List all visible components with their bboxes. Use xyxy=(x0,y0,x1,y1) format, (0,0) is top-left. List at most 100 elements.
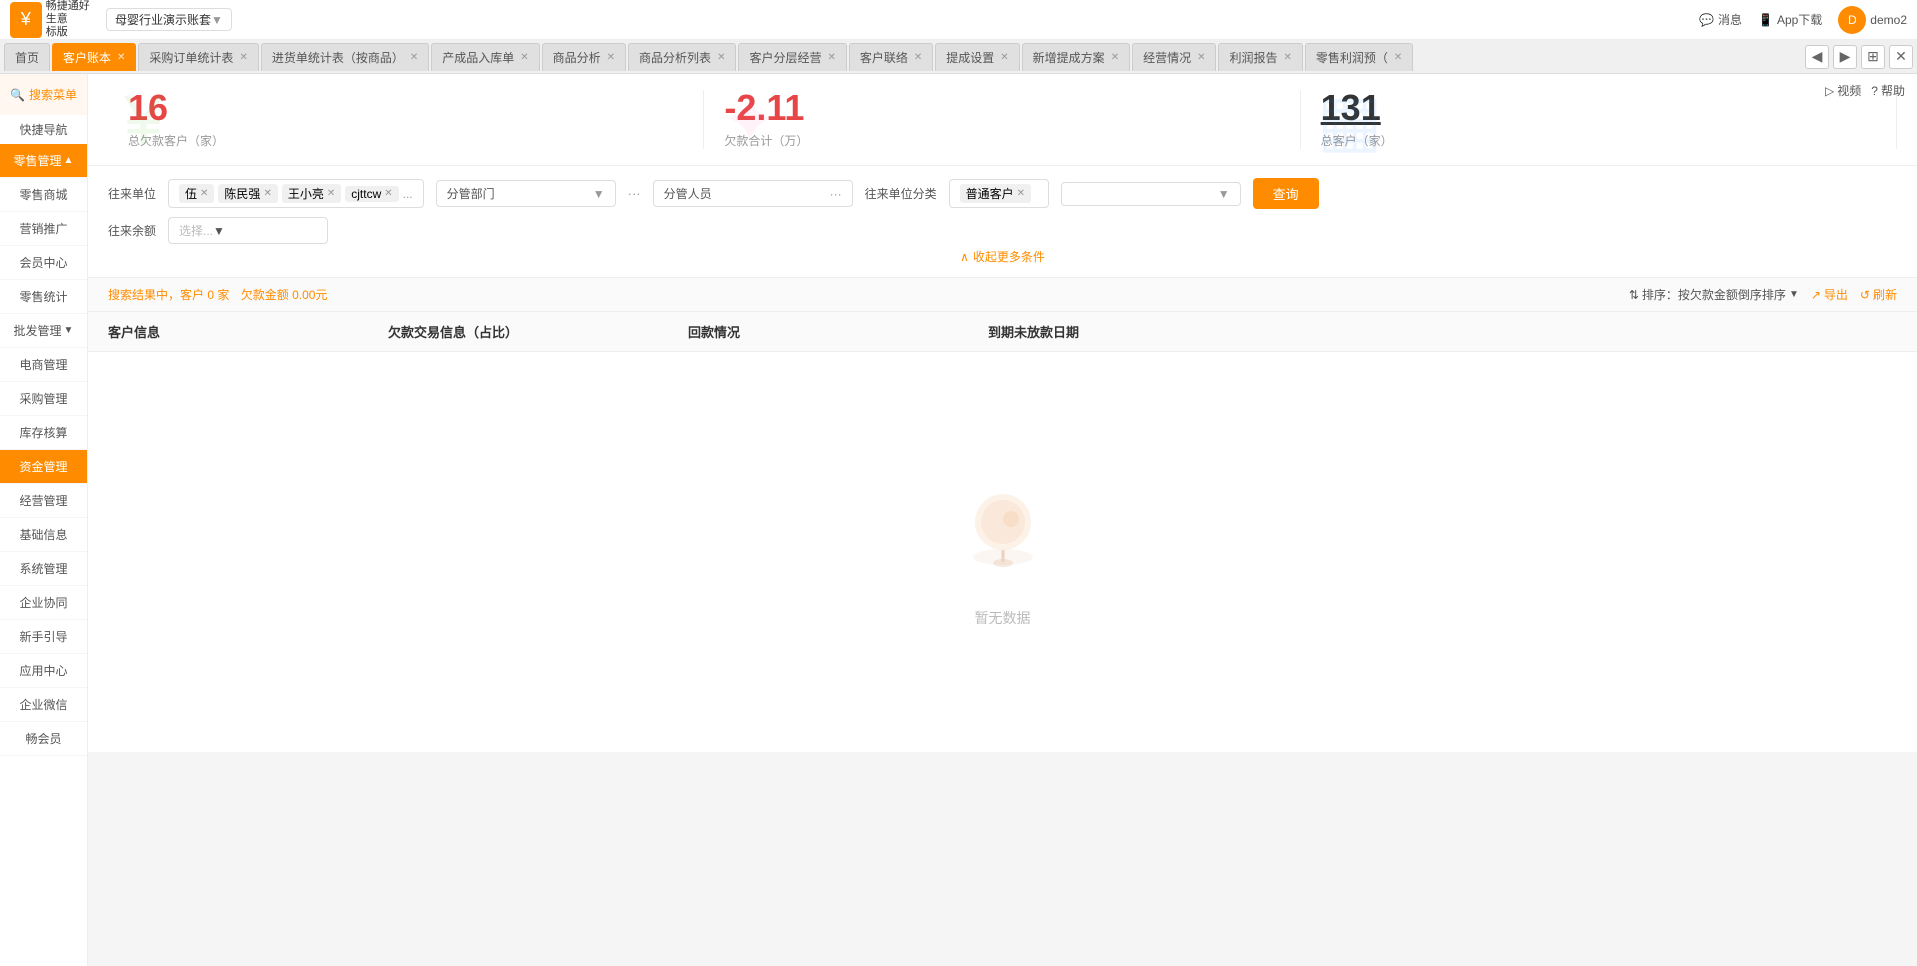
refresh-button[interactable]: ↺ 刷新 xyxy=(1860,286,1897,303)
tab-operations-label: 经营情况 xyxy=(1143,49,1191,66)
tab-prev-button[interactable]: ◀ xyxy=(1805,45,1829,69)
collapse-filter-button[interactable]: ∧ 收起更多条件 xyxy=(108,248,1897,265)
tab-home[interactable]: 首页 xyxy=(4,43,50,71)
balance-filter-select[interactable]: 选择... ▼ xyxy=(168,217,328,244)
unit-tag-wang-remove[interactable]: ✕ xyxy=(327,188,335,199)
dept-more-icon[interactable]: ··· xyxy=(628,186,641,201)
tab-operations-close[interactable]: ✕ xyxy=(1197,52,1205,63)
tab-finished-goods-label: 产成品入库单 xyxy=(442,49,514,66)
tab-product-analysis-list[interactable]: 商品分析列表 ✕ xyxy=(628,43,736,71)
sidebar-item-app-center[interactable]: 应用中心 xyxy=(0,654,87,688)
dept-dropdown-arrow: ▼ xyxy=(593,187,605,201)
top-header: ¥ 畅捷通好生意 标版 母婴行业演示账套 ▼ 💬 消息 📱 App下载 D de… xyxy=(0,0,1917,40)
dept-filter-dropdown[interactable]: 分管部门 ▼ xyxy=(436,180,616,207)
export-button[interactable]: ↗ 导出 xyxy=(1811,286,1848,303)
sidebar-item-finance[interactable]: 资金管理 xyxy=(0,450,87,484)
unit-filter-input[interactable]: 伍 ✕ 陈民强 ✕ 王小亮 ✕ cjttcw ✕ ... xyxy=(168,179,424,208)
sidebar-item-retail[interactable]: 零售管理 ▲ xyxy=(0,144,87,178)
tab-inbound-stats[interactable]: 进货单统计表（按商品） ✕ xyxy=(261,43,429,71)
unit-tag-wang-label: 王小亮 xyxy=(288,185,324,202)
tab-profit-report-close[interactable]: ✕ xyxy=(1284,52,1292,63)
sidebar-item-inventory[interactable]: 库存核算 xyxy=(0,416,87,450)
tab-product-analysis-close[interactable]: ✕ xyxy=(607,52,615,63)
tab-customer-contact[interactable]: 客户联络 ✕ xyxy=(849,43,933,71)
stat-overdue-amount: ✦ -2.11 欠款合计（万） xyxy=(704,90,1300,149)
play-icon: ▷ xyxy=(1825,84,1834,98)
query-button[interactable]: 查询 xyxy=(1253,178,1319,209)
table-header: 客户信息 欠款交易信息（占比） 回款情况 到期未放款日期 xyxy=(88,312,1917,352)
tab-customer-layer-close[interactable]: ✕ xyxy=(827,52,835,63)
tab-profit-report[interactable]: 利润报告 ✕ xyxy=(1218,43,1302,71)
results-bar: 搜索结果中，客户 0 家 欠款金额 0.00元 ⇅ 排序：按欠款金额倒序排序 ▼… xyxy=(88,278,1917,312)
tab-retail-profit-close[interactable]: ✕ xyxy=(1394,52,1402,63)
tab-close-all-button[interactable]: ✕ xyxy=(1889,45,1913,69)
tab-customer-contact-close[interactable]: ✕ xyxy=(914,52,922,63)
unit-tag-more[interactable]: ... xyxy=(403,187,413,201)
category-filter-input[interactable]: 普通客户 ✕ xyxy=(949,179,1049,208)
stat-total-customers: ▦ 131 总客户（家） xyxy=(1301,90,1897,149)
sidebar-item-basic-info[interactable]: 基础信息 xyxy=(0,518,87,552)
sort-button[interactable]: ⇅ 排序：按欠款金额倒序排序 ▼ xyxy=(1629,286,1799,303)
tab-purchase-order-label: 采购订单统计表 xyxy=(149,49,233,66)
unit-tag-wu-label: 伍 xyxy=(185,185,197,202)
tab-commission-settings-close[interactable]: ✕ xyxy=(1000,52,1008,63)
tab-add-commission[interactable]: 新增提成方案 ✕ xyxy=(1022,43,1130,71)
tab-commission-settings-label: 提成设置 xyxy=(946,49,994,66)
tab-operations[interactable]: 经营情况 ✕ xyxy=(1132,43,1216,71)
filter-row-1: 往来单位 伍 ✕ 陈民强 ✕ 王小亮 ✕ cjttcw xyxy=(108,178,1897,209)
tab-add-commission-label: 新增提成方案 xyxy=(1033,49,1105,66)
sidebar-item-system[interactable]: 系统管理 xyxy=(0,552,87,586)
unit-tag-wu-remove[interactable]: ✕ xyxy=(200,188,208,199)
tab-purchase-order-close[interactable]: ✕ xyxy=(239,52,247,63)
category-tag-normal-remove[interactable]: ✕ xyxy=(1017,188,1025,199)
video-help-link[interactable]: ▷ 视频 xyxy=(1825,82,1861,99)
sidebar-item-enterprise-wechat[interactable]: 企业微信 xyxy=(0,688,87,722)
tab-product-analysis-list-close[interactable]: ✕ xyxy=(717,52,725,63)
tab-customer-ledger[interactable]: 客户账本 ✕ xyxy=(52,43,136,71)
app-download-button[interactable]: 📱 App下载 xyxy=(1758,11,1822,28)
search-menu-button[interactable]: 🔍 搜索菜单 xyxy=(8,82,79,107)
tab-product-analysis[interactable]: 商品分析 ✕ xyxy=(542,43,626,71)
unit-tag-chen-remove[interactable]: ✕ xyxy=(263,188,271,199)
stats-help-links: ▷ 视频 ? 帮助 xyxy=(1825,82,1905,99)
tab-customer-ledger-close[interactable]: ✕ xyxy=(117,52,125,63)
tab-commission-settings[interactable]: 提成设置 ✕ xyxy=(935,43,1019,71)
tab-inbound-stats-close[interactable]: ✕ xyxy=(410,52,418,63)
sidebar-item-operations[interactable]: 经营管理 xyxy=(0,484,87,518)
sidebar-item-retail-stats[interactable]: 零售统计 xyxy=(0,280,87,314)
sidebar-fast-nav[interactable]: 快捷导航 xyxy=(0,115,87,144)
collapse-icon: ∧ xyxy=(960,250,969,264)
stat-overdue-customers: ¥ 16 总欠款客户（家） xyxy=(108,90,704,149)
filter-area: 往来单位 伍 ✕ 陈民强 ✕ 王小亮 ✕ cjttcw xyxy=(88,166,1917,278)
sidebar-item-marketing[interactable]: 营销推广 xyxy=(0,212,87,246)
sidebar-item-retail-mall[interactable]: 零售商城 xyxy=(0,178,87,212)
workspace-selector[interactable]: 母婴行业演示账套 ▼ xyxy=(106,8,232,31)
messages-button[interactable]: 💬 消息 xyxy=(1699,11,1742,28)
tab-retail-profit-label: 零售利润预（ xyxy=(1316,49,1388,66)
category-tag-normal-label: 普通客户 xyxy=(966,185,1014,202)
logo-area: ¥ 畅捷通好生意 标版 xyxy=(10,0,98,39)
category-dropdown[interactable]: ▼ xyxy=(1061,182,1241,206)
tab-bar: 首页 客户账本 ✕ 采购订单统计表 ✕ 进货单统计表（按商品） ✕ 产成品入库单… xyxy=(0,40,1917,74)
tab-finished-goods-close[interactable]: ✕ xyxy=(520,52,528,63)
sidebar-item-purchase[interactable]: 采购管理 xyxy=(0,382,87,416)
tab-add-commission-close[interactable]: ✕ xyxy=(1111,52,1119,63)
tab-purchase-order[interactable]: 采购订单统计表 ✕ xyxy=(138,43,258,71)
help-link[interactable]: ? 帮助 xyxy=(1871,82,1905,99)
sidebar-item-enterprise-collab[interactable]: 企业协同 xyxy=(0,586,87,620)
sidebar-item-wholesale[interactable]: 批发管理 ▼ xyxy=(0,314,87,348)
tab-finished-goods[interactable]: 产成品入库单 ✕ xyxy=(431,43,539,71)
user-menu[interactable]: D demo2 xyxy=(1838,6,1907,34)
sidebar-item-vip-member[interactable]: 畅会员 xyxy=(0,722,87,756)
unit-tag-wang: 王小亮 ✕ xyxy=(282,184,341,203)
tab-expand-button[interactable]: ⊞ xyxy=(1861,45,1885,69)
tab-customer-layer[interactable]: 客户分层经营 ✕ xyxy=(738,43,846,71)
empty-text: 暂无数据 xyxy=(975,608,1031,628)
tab-next-button[interactable]: ▶ xyxy=(1833,45,1857,69)
sidebar-item-new-guide[interactable]: 新手引导 xyxy=(0,620,87,654)
tab-retail-profit[interactable]: 零售利润预（ ✕ xyxy=(1305,43,1413,71)
unit-tag-cjttcw-remove[interactable]: ✕ xyxy=(384,188,392,199)
person-filter-dropdown[interactable]: 分管人员 ··· xyxy=(653,180,853,207)
sidebar-item-ecommerce[interactable]: 电商管理 xyxy=(0,348,87,382)
sidebar-item-member[interactable]: 会员中心 xyxy=(0,246,87,280)
